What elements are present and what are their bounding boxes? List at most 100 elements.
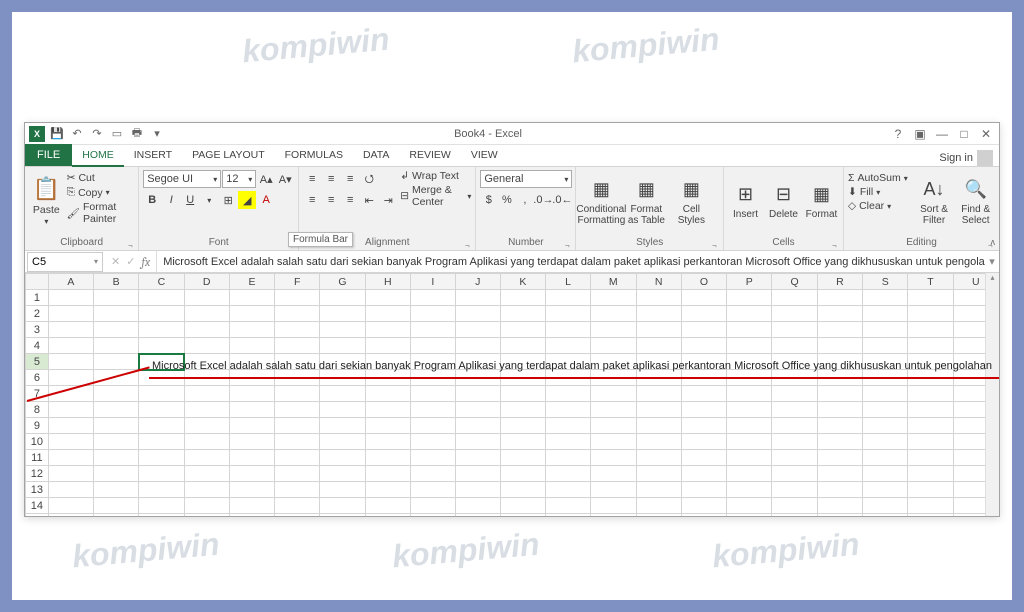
cell[interactable] — [817, 434, 862, 450]
cell[interactable] — [681, 514, 726, 517]
cell[interactable] — [184, 514, 229, 517]
cell[interactable] — [94, 290, 139, 306]
row-header[interactable]: 8 — [26, 402, 49, 418]
cell[interactable] — [727, 418, 772, 434]
cell[interactable] — [410, 498, 455, 514]
cell[interactable] — [636, 386, 681, 402]
cell[interactable] — [817, 482, 862, 498]
maximize-icon[interactable]: □ — [957, 127, 971, 141]
cell[interactable] — [727, 482, 772, 498]
format-as-table-button[interactable]: ▦Format as Table — [625, 170, 667, 232]
cell[interactable] — [320, 450, 365, 466]
cell[interactable] — [275, 290, 320, 306]
column-header[interactable]: P — [727, 274, 772, 290]
cell[interactable] — [908, 498, 953, 514]
cell[interactable] — [772, 306, 817, 322]
cell[interactable] — [320, 306, 365, 322]
cell[interactable] — [772, 402, 817, 418]
tab-insert[interactable]: INSERT — [124, 144, 182, 166]
cell[interactable] — [94, 434, 139, 450]
cell[interactable] — [681, 290, 726, 306]
cell[interactable] — [184, 290, 229, 306]
cell[interactable] — [455, 434, 500, 450]
number-format-select[interactable]: General▾ — [480, 170, 572, 188]
cell[interactable] — [455, 338, 500, 354]
cell[interactable] — [727, 290, 772, 306]
row-header[interactable]: 5 — [26, 354, 49, 370]
tab-home[interactable]: HOME — [72, 145, 124, 167]
cell[interactable] — [184, 434, 229, 450]
cell[interactable] — [863, 482, 908, 498]
cell[interactable] — [320, 338, 365, 354]
cell[interactable] — [863, 402, 908, 418]
cell[interactable] — [48, 322, 93, 338]
font-size-select[interactable]: 12▾ — [222, 170, 256, 188]
vertical-scrollbar[interactable]: ▴ — [985, 273, 999, 516]
cell[interactable] — [229, 514, 274, 517]
cell[interactable] — [545, 434, 590, 450]
cell[interactable] — [545, 498, 590, 514]
align-top-icon[interactable]: ≡ — [303, 170, 321, 188]
cell[interactable] — [817, 498, 862, 514]
cell[interactable] — [545, 306, 590, 322]
cell[interactable] — [772, 482, 817, 498]
cell[interactable] — [545, 482, 590, 498]
decrease-decimal-icon[interactable]: .0← — [553, 191, 571, 209]
sort-filter-button[interactable]: A↓Sort & Filter — [915, 170, 954, 232]
cell[interactable] — [229, 386, 274, 402]
conditional-formatting-button[interactable]: ▦Conditional Formatting — [580, 170, 622, 232]
cell[interactable] — [636, 402, 681, 418]
copy-button[interactable]: ⎘Copy▾ — [67, 186, 135, 199]
cell[interactable] — [591, 402, 636, 418]
cell[interactable] — [863, 354, 908, 370]
cell[interactable] — [908, 402, 953, 418]
cell[interactable] — [500, 450, 545, 466]
format-painter-button[interactable]: 🖌Format Painter — [67, 201, 135, 225]
cell[interactable] — [320, 514, 365, 517]
cell[interactable] — [545, 418, 590, 434]
cell[interactable] — [275, 338, 320, 354]
cell[interactable] — [908, 514, 953, 517]
cell[interactable] — [772, 434, 817, 450]
cell[interactable] — [229, 466, 274, 482]
cell[interactable] — [772, 386, 817, 402]
cell[interactable] — [410, 434, 455, 450]
cell[interactable] — [817, 354, 862, 370]
cell[interactable] — [410, 514, 455, 517]
column-header[interactable]: S — [863, 274, 908, 290]
cell[interactable] — [94, 306, 139, 322]
cell[interactable] — [139, 418, 184, 434]
cell[interactable] — [908, 386, 953, 402]
cell[interactable] — [48, 402, 93, 418]
cell[interactable] — [863, 306, 908, 322]
border-button[interactable]: ⊞ — [219, 191, 237, 209]
cell[interactable] — [320, 290, 365, 306]
cell[interactable] — [94, 482, 139, 498]
column-header[interactable]: J — [455, 274, 500, 290]
cell[interactable] — [863, 418, 908, 434]
cell[interactable] — [817, 386, 862, 402]
cell[interactable] — [275, 418, 320, 434]
row-header[interactable]: 13 — [26, 482, 49, 498]
cell[interactable] — [365, 434, 410, 450]
cell[interactable] — [275, 450, 320, 466]
cell[interactable] — [500, 514, 545, 517]
cell[interactable] — [500, 482, 545, 498]
cell[interactable] — [591, 418, 636, 434]
cell[interactable] — [817, 306, 862, 322]
cell[interactable] — [863, 386, 908, 402]
cell[interactable] — [275, 354, 320, 370]
bold-button[interactable]: B — [143, 191, 161, 209]
cell[interactable] — [636, 498, 681, 514]
tab-formulas[interactable]: FORMULAS — [275, 144, 353, 166]
cell[interactable] — [229, 450, 274, 466]
cell[interactable] — [817, 418, 862, 434]
column-header[interactable]: C — [139, 274, 184, 290]
cell[interactable] — [500, 402, 545, 418]
cell[interactable] — [591, 482, 636, 498]
cell[interactable] — [275, 466, 320, 482]
cell[interactable] — [545, 450, 590, 466]
help-icon[interactable]: ? — [891, 127, 905, 141]
cell[interactable] — [48, 482, 93, 498]
wrap-text-button[interactable]: ↲Wrap Text — [400, 170, 471, 182]
